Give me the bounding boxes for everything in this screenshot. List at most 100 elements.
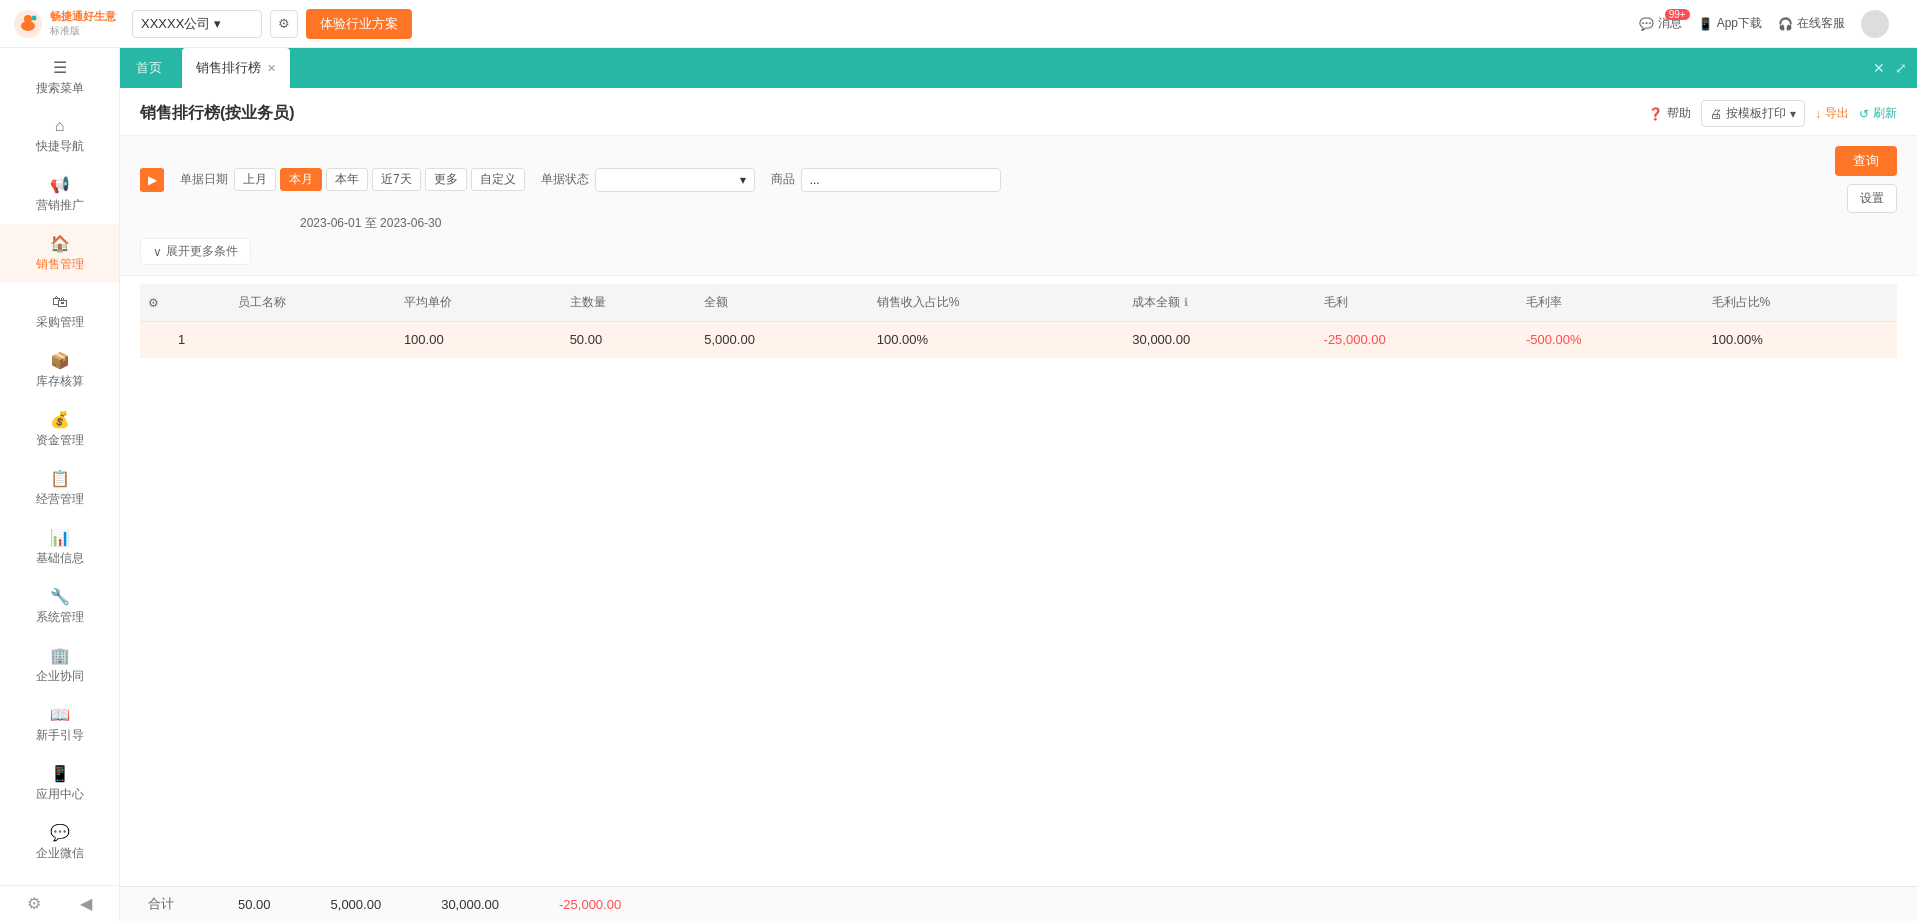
avatar[interactable]	[1861, 10, 1889, 38]
expand-more-label: 展开更多条件	[166, 243, 238, 260]
sidebar-item-label: 企业协同	[36, 668, 84, 685]
date-btn-more[interactable]: 更多	[425, 168, 467, 191]
table-footer: 合计 50.00 5,000.00 30,000.00 -25,000.00	[120, 886, 1917, 921]
date-btn-custom[interactable]: 自定义	[471, 168, 525, 191]
guide-icon: 📖	[50, 705, 70, 724]
date-btn-this-year[interactable]: 本年	[326, 168, 368, 191]
print-icon: 🖨	[1710, 107, 1722, 121]
sidebar-item-wechat[interactable]: 💬 企业微信	[0, 813, 119, 872]
goods-label: 商品	[771, 171, 795, 188]
settings-button[interactable]: 设置	[1847, 184, 1897, 213]
data-table: ⚙ 员工名称 平均单价 主数量 全额 销售收入占比% 成本全额 ℹ 毛利 毛利率	[140, 284, 1897, 358]
app-download-label: App下载	[1717, 15, 1762, 32]
home-icon: ⌂	[55, 117, 65, 135]
app-download-button[interactable]: 📱 App下载	[1698, 15, 1762, 32]
sidebar-item-search[interactable]: ☰ 搜索菜单	[0, 48, 119, 107]
th-profit-pct: 毛利占比%	[1704, 284, 1897, 322]
date-btn-7days[interactable]: 近7天	[372, 168, 421, 191]
th-profit: 毛利	[1316, 284, 1518, 322]
refresh-button[interactable]: ↺ 刷新	[1859, 105, 1897, 122]
trial-button[interactable]: 体验行业方案	[306, 9, 412, 39]
finance-icon: 💰	[50, 410, 70, 429]
sidebar-item-label: 销售管理	[36, 256, 84, 273]
sidebar-item-basic[interactable]: 📊 基础信息	[0, 518, 119, 577]
tab-sales-ranking[interactable]: 销售排行榜 ✕	[182, 48, 290, 88]
sidebar-item-label: 企业微信	[36, 845, 84, 862]
sidebar-item-operations[interactable]: 📋 经营管理	[0, 459, 119, 518]
goods-input[interactable]: ...	[801, 168, 1001, 192]
sales-icon: 🏠	[50, 234, 70, 253]
sidebar-item-purchase[interactable]: 🛍 采购管理	[0, 283, 119, 341]
inventory-icon: 📦	[50, 351, 70, 370]
chevron-down-icon: ▾	[214, 16, 221, 31]
th-rank	[170, 284, 230, 322]
date-range-display: 2023-06-01 至 2023-06-30	[300, 216, 441, 230]
sidebar-item-label: 快捷导航	[36, 138, 84, 155]
settings-icon[interactable]: ⚙	[270, 10, 298, 38]
sidebar-item-apps[interactable]: 📱 应用中心	[0, 754, 119, 813]
sidebar-item-label: 库存核算	[36, 373, 84, 390]
export-button[interactable]: ↓ 导出	[1815, 105, 1849, 122]
sidebar-item-finance[interactable]: 💰 资金管理	[0, 400, 119, 459]
th-settings[interactable]: ⚙	[140, 284, 170, 322]
tab-close-icon[interactable]: ✕	[267, 62, 276, 75]
sidebar-item-marketing[interactable]: 📢 营销推广	[0, 165, 119, 224]
sidebar-item-member[interactable]: V 畅会员	[0, 872, 119, 885]
sidebar-item-label: 搜索菜单	[36, 80, 84, 97]
help-button[interactable]: ❓ 帮助	[1648, 105, 1691, 122]
app-title: 畅捷通好生意	[50, 9, 116, 24]
sidebar-collapse-icon[interactable]: ◀	[80, 894, 92, 913]
date-btn-last-month[interactable]: 上月	[234, 168, 276, 191]
footer-cost: 30,000.00	[441, 897, 499, 912]
td-profit-pct: 100.00%	[1704, 322, 1897, 358]
sidebar-item-label: 应用中心	[36, 786, 84, 803]
mobile-icon: 📱	[1698, 17, 1713, 31]
status-chevron-icon: ▾	[740, 173, 746, 187]
td-avg-price: 100.00	[396, 322, 562, 358]
sidebar-item-label: 经营管理	[36, 491, 84, 508]
td-cost: 30,000.00	[1124, 322, 1315, 358]
tab-home[interactable]: 首页	[120, 48, 178, 88]
headset-icon: 🎧	[1778, 17, 1793, 31]
th-qty: 主数量	[562, 284, 697, 322]
search-menu-icon: ☰	[53, 58, 67, 77]
sidebar-item-corp[interactable]: 🏢 企业协同	[0, 636, 119, 695]
table-wrapper: ⚙ 员工名称 平均单价 主数量 全额 销售收入占比% 成本全额 ℹ 毛利 毛利率	[120, 276, 1917, 886]
status-select[interactable]: ▾	[595, 168, 755, 192]
operations-icon: 📋	[50, 469, 70, 488]
page-title: 销售排行榜(按业务员)	[140, 103, 295, 124]
expand-more-button[interactable]: ∨ 展开更多条件	[140, 238, 251, 265]
th-avg-price: 平均单价	[396, 284, 562, 322]
sidebar-item-label: 基础信息	[36, 550, 84, 567]
footer-profit: -25,000.00	[559, 897, 621, 912]
print-button[interactable]: 🖨 按模板打印 ▾	[1701, 100, 1805, 127]
sidebar-settings-icon[interactable]: ⚙	[27, 894, 41, 913]
filter-toggle-btn[interactable]: ▶	[140, 168, 164, 192]
export-label: 导出	[1825, 105, 1849, 122]
table-row: 1 100.00 50.00 5,000.00 100.00% 30,000.0…	[140, 322, 1897, 358]
app-logo-icon	[12, 8, 44, 40]
sidebar-item-label: 营销推广	[36, 197, 84, 214]
date-btn-this-month[interactable]: 本月	[280, 168, 322, 191]
sidebar-item-label: 新手引导	[36, 727, 84, 744]
query-button[interactable]: 查询	[1835, 146, 1897, 176]
online-service-button[interactable]: 🎧 在线客服	[1778, 15, 1845, 32]
sidebar-item-inventory[interactable]: 📦 库存核算	[0, 341, 119, 400]
td-rank: 1	[170, 322, 230, 358]
marketing-icon: 📢	[50, 175, 70, 194]
td-profit-rate: -500.00%	[1518, 322, 1704, 358]
footer-label: 合计	[148, 895, 174, 913]
refresh-label: 刷新	[1873, 105, 1897, 122]
tab-expand-icon[interactable]: ⤢	[1895, 60, 1907, 76]
sidebar-item-sales[interactable]: 🏠 销售管理	[0, 224, 119, 283]
message-button[interactable]: 💬 消息 99+	[1639, 15, 1682, 32]
company-selector[interactable]: XXXXX公司 ▾	[132, 10, 262, 38]
sidebar-item-guide[interactable]: 📖 新手引导	[0, 695, 119, 754]
sidebar-item-system[interactable]: 🔧 系统管理	[0, 577, 119, 636]
basic-icon: 📊	[50, 528, 70, 547]
print-label: 按模板打印	[1726, 105, 1786, 122]
tab-home-label: 首页	[136, 59, 162, 77]
sidebar-item-shortcut[interactable]: ⌂ 快捷导航	[0, 107, 119, 165]
goods-filter: 商品 ...	[771, 168, 1001, 192]
tab-minimize-icon[interactable]: ✕	[1873, 60, 1885, 76]
